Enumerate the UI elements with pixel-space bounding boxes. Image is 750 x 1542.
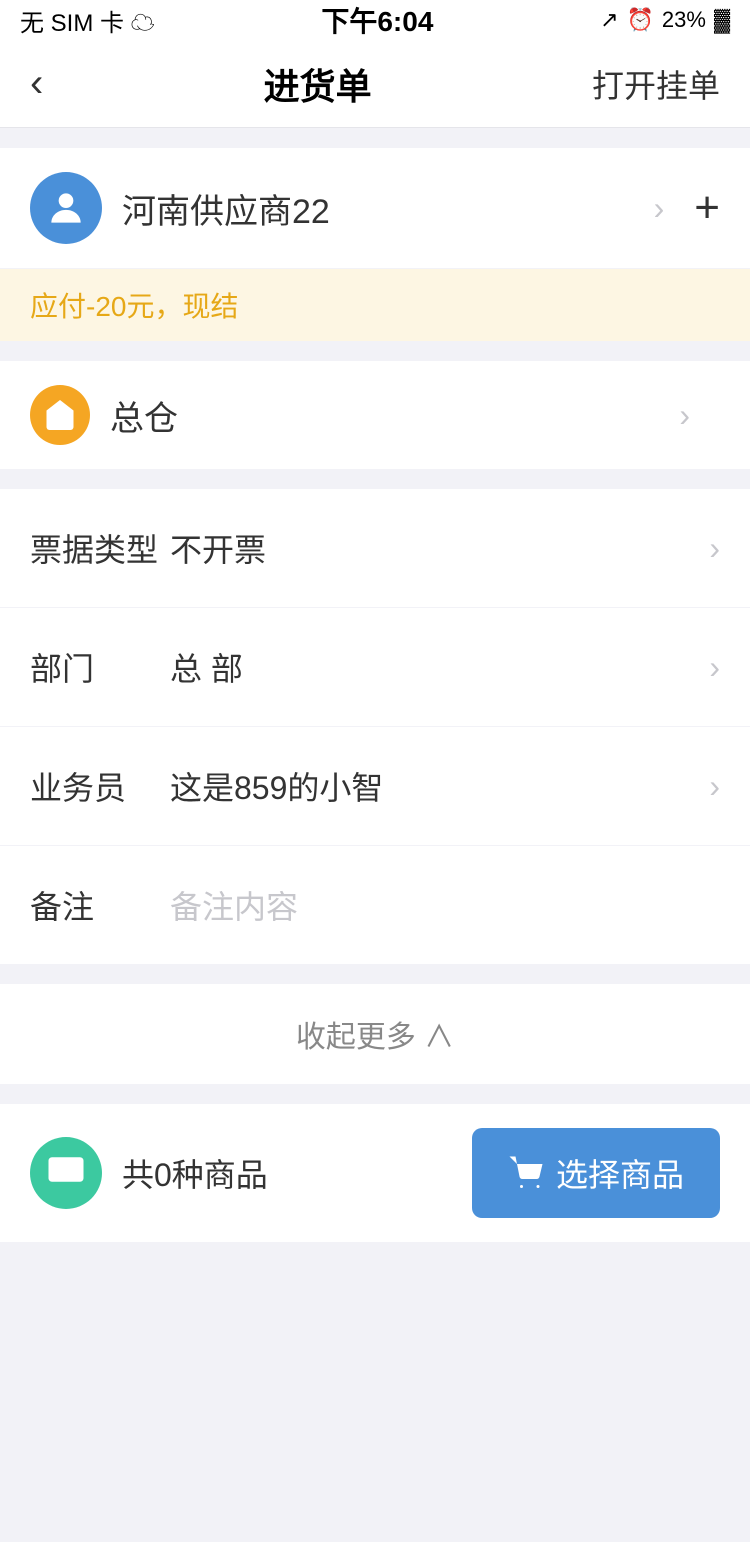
collapse-label: 收起更多 ∧ xyxy=(296,1012,454,1056)
open-pending-button[interactable]: 打开挂单 xyxy=(592,61,720,107)
page-background xyxy=(0,1242,750,1542)
top-divider xyxy=(0,128,750,148)
select-product-button[interactable]: 选择商品 xyxy=(472,1128,720,1218)
salesperson-chevron-icon: › xyxy=(709,768,720,805)
invoice-type-row[interactable]: 票据类型 不开票 › xyxy=(0,489,750,608)
remark-row[interactable]: 备注 备注内容 xyxy=(0,846,750,964)
salesperson-label: 业务员 xyxy=(30,763,170,809)
battery-text: 23% xyxy=(662,7,706,33)
invoice-type-label: 票据类型 xyxy=(30,525,170,571)
notice-bar: 应付-20元，现结 xyxy=(0,269,750,341)
add-button[interactable]: + xyxy=(694,186,720,230)
status-bar: 无 SIM 卡 ☁ 下午6:04 ↗ ⏰ 23% ▓ xyxy=(0,0,750,40)
department-row[interactable]: 部门 总 部 › xyxy=(0,608,750,727)
form-section: 票据类型 不开票 › 部门 总 部 › 业务员 这是859的小智 › 备注 备注… xyxy=(0,489,750,964)
warehouse-icon xyxy=(42,397,78,433)
cart-icon xyxy=(508,1155,544,1191)
nav-bar: ‹ 进货单 打开挂单 xyxy=(0,40,750,128)
bottom-bar: 共0种商品 选择商品 xyxy=(0,1104,750,1242)
status-left: 无 SIM 卡 ☁ xyxy=(20,3,155,38)
product-count-label: 共0种商品 xyxy=(122,1150,452,1196)
warehouse-chevron-icon: › xyxy=(679,397,690,434)
product-icon-wrap xyxy=(30,1137,102,1209)
supplier-chevron-icon: › xyxy=(654,190,665,227)
remark-placeholder: 备注内容 xyxy=(170,882,720,928)
page-title: 进货单 xyxy=(264,58,372,110)
warehouse-name: 总仓 xyxy=(110,391,679,440)
select-product-label: 选择商品 xyxy=(556,1150,684,1196)
salesperson-row[interactable]: 业务员 这是859的小智 › xyxy=(0,727,750,846)
collapse-row[interactable]: 收起更多 ∧ xyxy=(0,984,750,1084)
status-time: 下午6:04 xyxy=(321,0,433,40)
location-icon: ↗ xyxy=(600,7,618,33)
back-button[interactable]: ‹ xyxy=(30,61,43,106)
department-value: 总 部 xyxy=(170,644,709,690)
status-right: ↗ ⏰ 23% ▓ xyxy=(600,7,730,33)
supplier-row[interactable]: 河南供应商22 › + xyxy=(0,148,750,269)
remark-label: 备注 xyxy=(30,882,170,928)
warehouse-divider xyxy=(0,341,750,361)
supplier-avatar xyxy=(30,172,102,244)
alarm-icon: ⏰ xyxy=(627,7,654,33)
warehouse-icon-wrap xyxy=(30,385,90,445)
product-icon xyxy=(45,1152,87,1194)
signal-text: 无 SIM 卡 ☁ xyxy=(20,3,155,38)
salesperson-value: 这是859的小智 xyxy=(170,763,709,809)
invoice-type-chevron-icon: › xyxy=(709,530,720,567)
supplier-name: 河南供应商22 xyxy=(122,184,654,233)
battery-icon: ▓ xyxy=(714,7,730,33)
user-icon xyxy=(44,186,88,230)
department-label: 部门 xyxy=(30,644,170,690)
invoice-type-value: 不开票 xyxy=(170,525,709,571)
department-chevron-icon: › xyxy=(709,649,720,686)
supplier-card: 河南供应商22 › + 应付-20元，现结 xyxy=(0,148,750,341)
warehouse-row[interactable]: 总仓 › xyxy=(0,361,750,469)
